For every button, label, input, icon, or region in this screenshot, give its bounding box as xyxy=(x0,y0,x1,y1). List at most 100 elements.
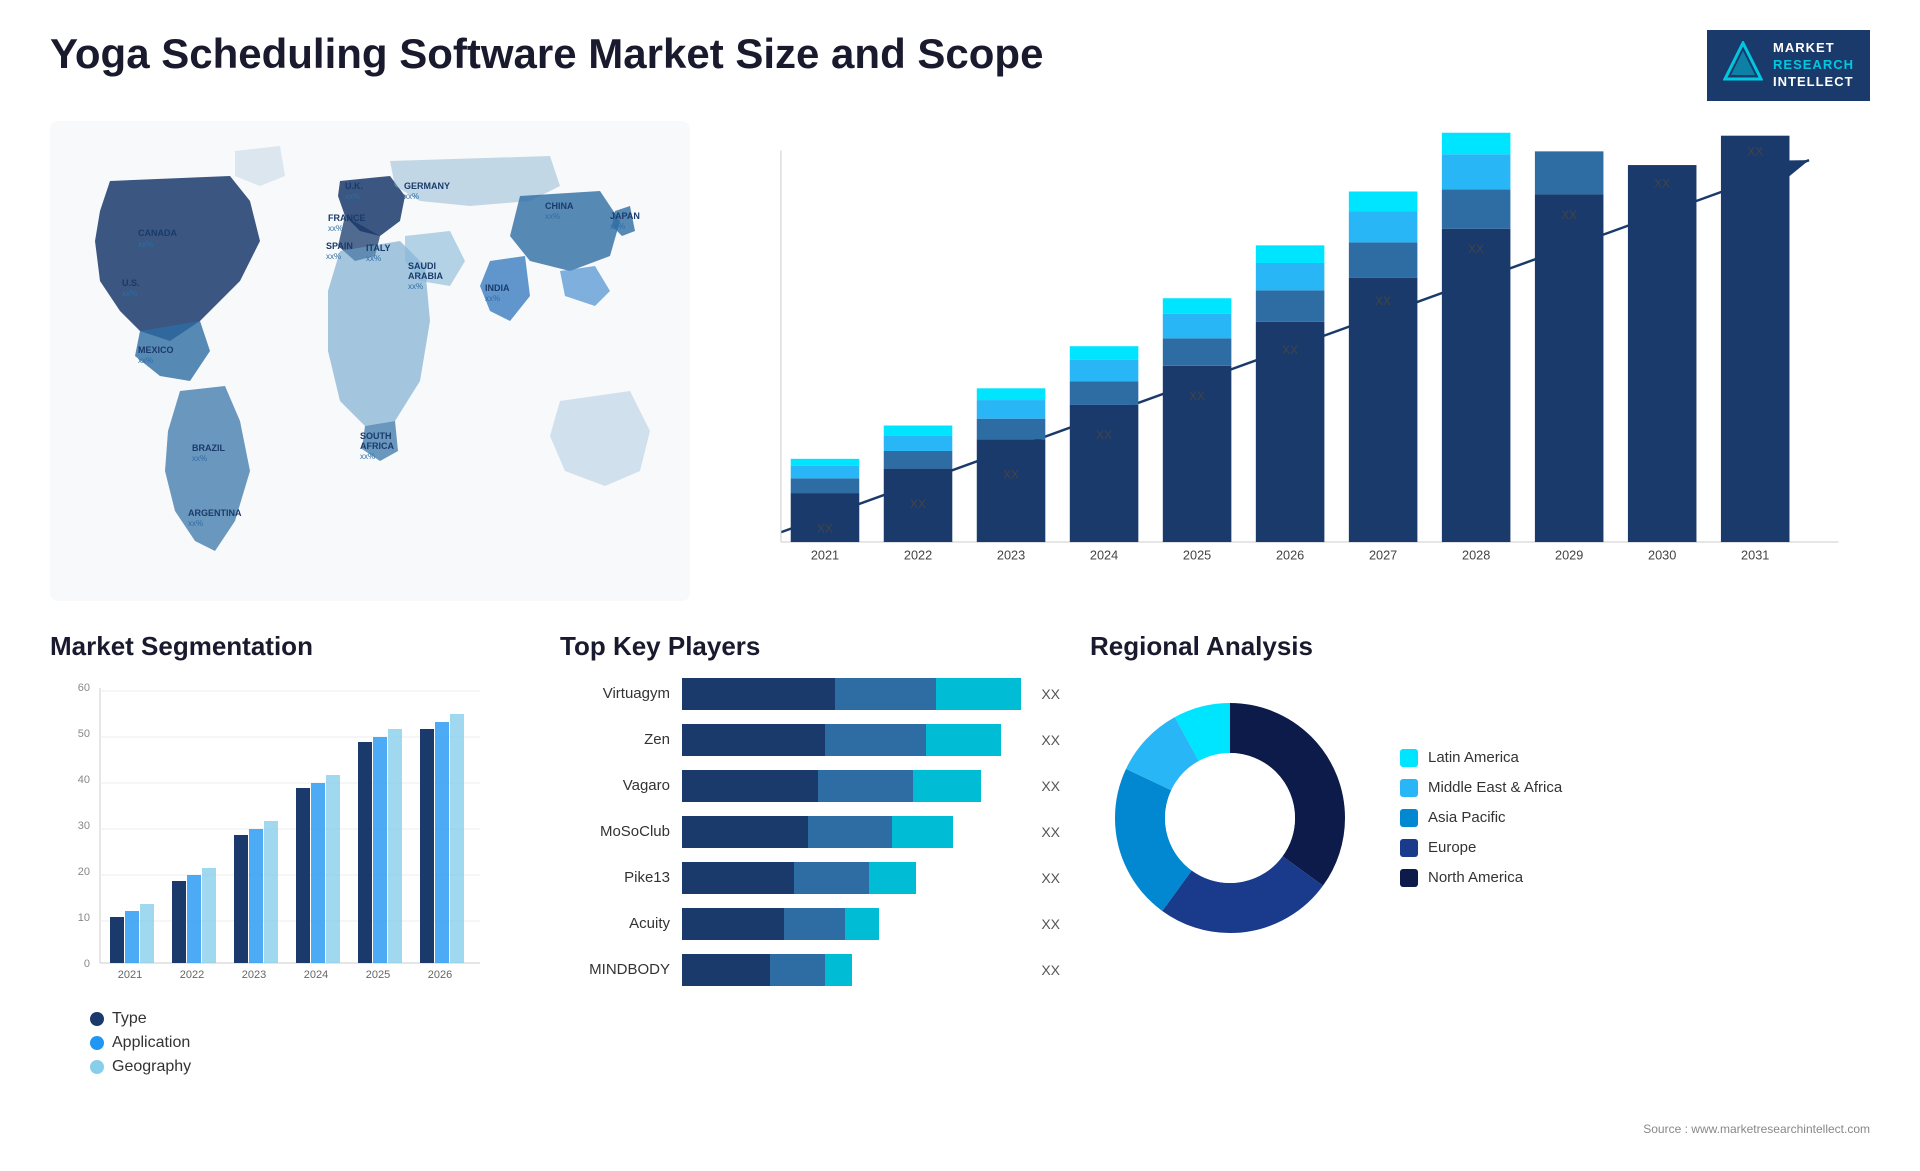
svg-text:XX: XX xyxy=(1189,390,1205,403)
svg-text:XX: XX xyxy=(1561,209,1577,222)
player-bar-light-5 xyxy=(845,908,879,940)
legend-dot-application xyxy=(90,1036,104,1050)
legend-label-mea: Middle East & Africa xyxy=(1428,779,1562,796)
france-label: FRANCE xyxy=(328,213,366,223)
player-bar-mid-1 xyxy=(825,724,927,756)
legend-color-na xyxy=(1400,869,1418,887)
india-label: INDIA xyxy=(485,283,510,293)
svg-text:40: 40 xyxy=(78,774,90,786)
player-name-4: Pike13 xyxy=(560,869,670,886)
legend-geography: Geography xyxy=(90,1058,530,1076)
svg-text:XX: XX xyxy=(1468,243,1484,256)
svg-text:XX: XX xyxy=(1003,468,1019,481)
svg-text:0: 0 xyxy=(84,958,90,970)
bar-chart-svg: XX 2021 XX 2022 XX 2023 xyxy=(720,121,1870,591)
legend-application: Application xyxy=(90,1034,530,1052)
spain-value: xx% xyxy=(326,252,341,261)
svg-text:XX: XX xyxy=(910,497,926,510)
svg-text:2027: 2027 xyxy=(1369,547,1397,562)
regional-title: Regional Analysis xyxy=(1090,631,1870,662)
svg-text:2031: 2031 xyxy=(1741,547,1769,562)
header: Yoga Scheduling Software Market Size and… xyxy=(50,30,1870,101)
player-bar-1 xyxy=(682,724,1021,756)
player-bar-6 xyxy=(682,954,1021,986)
legend-color-europe xyxy=(1400,839,1418,857)
player-bar-dark-2 xyxy=(682,770,818,802)
regional-legend: Latin America Middle East & Africa Asia … xyxy=(1400,749,1562,887)
source-text: Source : www.marketresearchintellect.com xyxy=(1643,1122,1870,1136)
player-name-2: Vagaro xyxy=(560,777,670,794)
player-name-3: MoSoClub xyxy=(560,823,670,840)
argentina-value: xx% xyxy=(188,519,203,528)
svg-text:XX: XX xyxy=(1282,344,1298,357)
player-bar-light-0 xyxy=(936,678,1021,710)
legend-label-latin: Latin America xyxy=(1428,749,1519,766)
main-content: CANADA xx% U.S. xx% MEXICO xx% BRAZIL xx… xyxy=(50,121,1870,601)
legend-label-application: Application xyxy=(112,1034,190,1052)
segmentation-section: Market Segmentation 0 10 20 30 40 50 60 xyxy=(50,631,530,1171)
logo-text: MARKET RESEARCH INTELLECT xyxy=(1773,40,1854,91)
player-name-1: Zen xyxy=(560,731,670,748)
svg-text:2026: 2026 xyxy=(428,969,452,981)
player-bar-mid-6 xyxy=(770,954,824,986)
players-section: Top Key Players Virtuagym XX Zen XX xyxy=(560,631,1060,1171)
player-bar-mid-3 xyxy=(808,816,893,848)
legend-color-latin xyxy=(1400,749,1418,767)
player-bar-light-3 xyxy=(892,816,953,848)
southafrica-label2: AFRICA xyxy=(360,441,394,451)
seg-chart: 0 10 20 30 40 50 60 2021 2022 xyxy=(50,678,530,998)
player-xx-3: XX xyxy=(1041,824,1060,840)
svg-text:XX: XX xyxy=(1375,295,1391,308)
spain-label: SPAIN xyxy=(326,241,353,251)
legend-label-apac: Asia Pacific xyxy=(1428,809,1506,826)
player-xx-1: XX xyxy=(1041,732,1060,748)
us-value: xx% xyxy=(122,289,137,298)
svg-text:2022: 2022 xyxy=(904,547,932,562)
legend-color-apac xyxy=(1400,809,1418,827)
player-bar-light-2 xyxy=(913,770,981,802)
svg-text:30: 30 xyxy=(78,820,90,832)
legend-color-mea xyxy=(1400,779,1418,797)
legend-latin-america: Latin America xyxy=(1400,749,1562,767)
germany-label: GERMANY xyxy=(404,181,450,191)
saudi-label2: ARABIA xyxy=(408,271,443,281)
player-bar-5 xyxy=(682,908,1021,940)
france-value: xx% xyxy=(328,224,343,233)
player-bar-light-1 xyxy=(926,724,1001,756)
player-bar-mid-4 xyxy=(794,862,869,894)
china-value: xx% xyxy=(545,212,560,221)
brazil-label: BRAZIL xyxy=(192,443,225,453)
svg-text:2022: 2022 xyxy=(180,969,204,981)
player-bar-3 xyxy=(682,816,1021,848)
donut-container: Latin America Middle East & Africa Asia … xyxy=(1090,678,1870,958)
legend-dot-geography xyxy=(90,1060,104,1074)
logo-box: MARKET RESEARCH INTELLECT xyxy=(1707,30,1870,101)
page-title: Yoga Scheduling Software Market Size and… xyxy=(50,30,1043,78)
germany-value: xx% xyxy=(404,192,419,201)
regional-section: Regional Analysis xyxy=(1090,631,1870,1171)
player-xx-4: XX xyxy=(1041,870,1060,886)
player-name-5: Acuity xyxy=(560,915,670,932)
svg-text:20: 20 xyxy=(78,866,90,878)
player-bar-4 xyxy=(682,862,1021,894)
legend-dot-type xyxy=(90,1012,104,1026)
page-container: Yoga Scheduling Software Market Size and… xyxy=(0,0,1920,1146)
bottom-section: Market Segmentation 0 10 20 30 40 50 60 xyxy=(50,631,1870,1171)
legend-label-na: North America xyxy=(1428,869,1523,886)
chart-section: XX 2021 XX 2022 XX 2023 xyxy=(720,121,1870,601)
player-bar-dark-4 xyxy=(682,862,794,894)
player-name-6: MINDBODY xyxy=(560,961,670,978)
svg-text:50: 50 xyxy=(78,728,90,740)
player-row-0: Virtuagym XX xyxy=(560,678,1060,710)
southafrica-value: xx% xyxy=(360,452,375,461)
player-bar-light-6 xyxy=(825,954,852,986)
canada-value: xx% xyxy=(138,240,153,249)
svg-text:2026: 2026 xyxy=(1276,547,1304,562)
player-xx-6: XX xyxy=(1041,962,1060,978)
uk-label: U.K. xyxy=(345,181,363,191)
legend-label-geography: Geography xyxy=(112,1058,191,1076)
player-bar-dark-3 xyxy=(682,816,808,848)
mexico-label: MEXICO xyxy=(138,345,174,355)
svg-text:XX: XX xyxy=(1747,145,1763,158)
japan-value: xx% xyxy=(610,222,625,231)
